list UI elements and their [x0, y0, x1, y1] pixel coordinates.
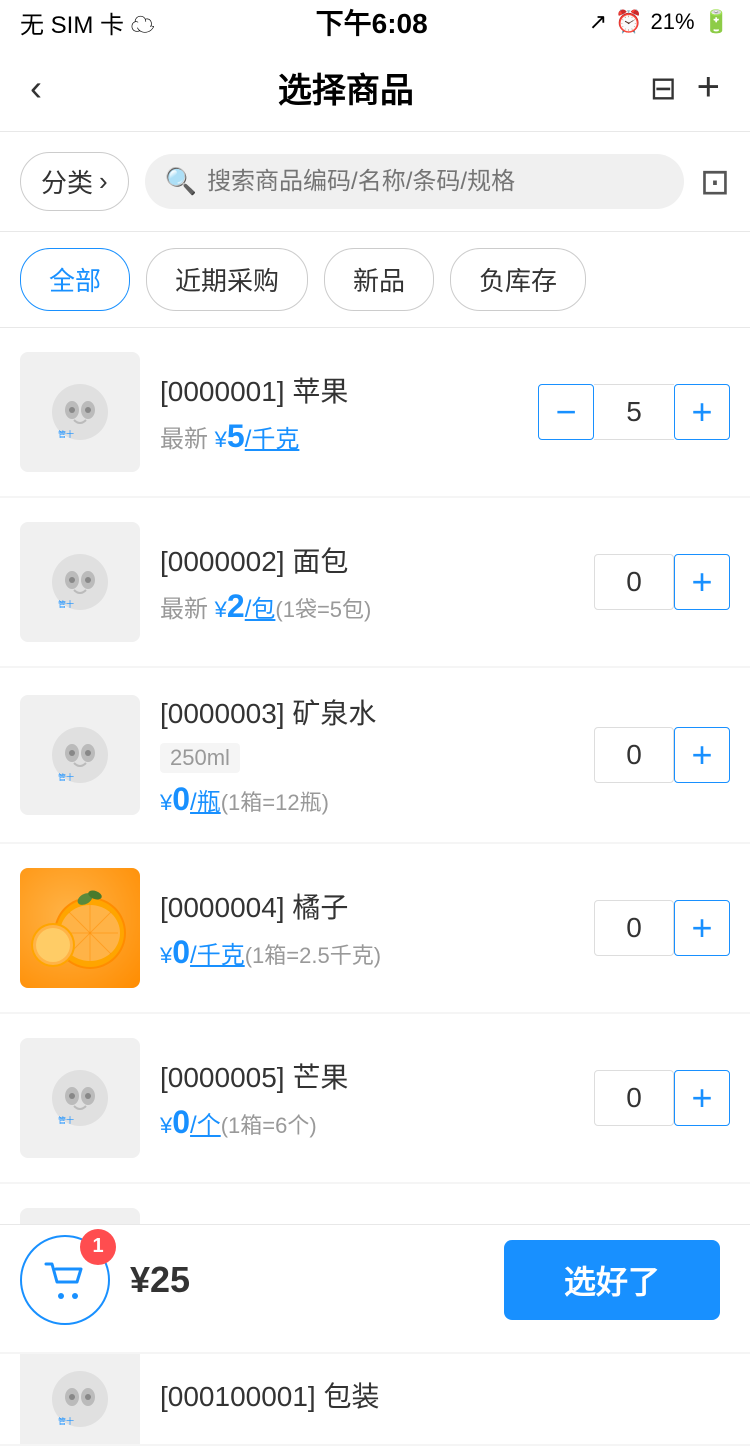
cart-total: ¥25 [130, 1259, 190, 1301]
back-button[interactable]: ‹ [30, 67, 42, 109]
product-item-0000004: [0000004] 橘子 ¥0/千克(1箱=2.5千克) + [0, 844, 750, 1012]
bottom-bar: 1 ¥25 选好了 [0, 1224, 750, 1334]
qty-control-0000001: − + [538, 384, 730, 440]
sim-status: 无 SIM 卡 ☁ [20, 5, 155, 40]
tab-new[interactable]: 新品 [324, 248, 434, 311]
product-name-0000004: [0000004] 橘子 [160, 886, 574, 926]
svg-text:管十: 管十 [58, 429, 74, 439]
product-image-0000001: 管十 [20, 352, 140, 472]
product-image-0000003: 管十 [20, 695, 140, 815]
status-left: 无 SIM 卡 ☁ [20, 5, 155, 40]
add-icon[interactable]: + [697, 65, 720, 110]
product-image-0000005: 管十 [20, 1038, 140, 1158]
qty-input-0000004[interactable] [594, 900, 674, 956]
product-name-000100001: [000100001] 包装 [160, 1375, 730, 1415]
nav-title: 选择商品 [278, 63, 414, 112]
product-price-0000004: ¥0/千克(1箱=2.5千克) [160, 934, 574, 971]
status-bar: 无 SIM 卡 ☁ 下午6:08 ↗ ⏰ 21% 🔋 [0, 0, 750, 44]
svg-text:管十: 管十 [58, 772, 74, 782]
product-item-0000002: 管十 [0000002] 面包 最新 ¥2/包(1袋=5包) + [0, 498, 750, 666]
status-time: 下午6:08 [316, 2, 428, 42]
search-input[interactable] [207, 168, 664, 196]
placeholder-logo: 管十 [50, 1068, 110, 1128]
product-item-000100001: 管十 [000100001] 包装 [0, 1354, 750, 1444]
category-label: 分类 [41, 163, 93, 200]
filter-row: 分类 › 🔍 ⊡ [0, 132, 750, 232]
product-price-0000002: 最新 ¥2/包(1袋=5包) [160, 588, 574, 625]
product-image-0000004 [20, 868, 140, 988]
qty-minus-0000001[interactable]: − [538, 384, 594, 440]
qty-control-0000003: + [594, 727, 730, 783]
filter-icon[interactable]: ⊟ [650, 69, 677, 107]
qty-input-0000003[interactable] [594, 727, 674, 783]
nav-bar: ‹ 选择商品 ⊟ + [0, 44, 750, 132]
qty-control-0000004: + [594, 900, 730, 956]
tab-negative[interactable]: 负库存 [450, 248, 586, 311]
qty-input-0000001[interactable] [594, 384, 674, 440]
product-image-000100001: 管十 [20, 1354, 140, 1444]
battery-icon: 🔋 [703, 9, 730, 35]
search-icon: 🔍 [165, 166, 197, 197]
product-info-000100001: [000100001] 包装 [160, 1375, 730, 1423]
placeholder-logo: 管十 [50, 552, 110, 612]
qty-plus-0000004[interactable]: + [674, 900, 730, 956]
product-info-0000002: [0000002] 面包 最新 ¥2/包(1袋=5包) [160, 540, 574, 625]
svg-text:管十: 管十 [58, 1115, 74, 1125]
cart-button[interactable]: 1 [20, 1235, 110, 1325]
product-info-0000005: [0000005] 芒果 ¥0/个(1箱=6个) [160, 1056, 574, 1141]
tab-recent[interactable]: 近期采购 [146, 248, 308, 311]
placeholder-logo: 管十 [50, 725, 110, 785]
confirm-button[interactable]: 选好了 [504, 1240, 720, 1320]
svg-text:管十: 管十 [58, 599, 74, 609]
qty-control-0000002: + [594, 554, 730, 610]
product-price-0000001: 最新 ¥5/千克 [160, 418, 518, 455]
qty-plus-0000005[interactable]: + [674, 1070, 730, 1126]
location-icon: ↗ [589, 9, 607, 35]
category-button[interactable]: 分类 › [20, 152, 129, 211]
search-box: 🔍 [145, 154, 684, 209]
product-image-0000002: 管十 [20, 522, 140, 642]
qty-plus-0000002[interactable]: + [674, 554, 730, 610]
battery-status: 21% [651, 9, 695, 35]
svg-text:管十: 管十 [58, 1416, 74, 1426]
placeholder-logo: 管十 [50, 382, 110, 442]
chevron-right-icon: › [99, 166, 108, 197]
tab-row: 全部 近期采购 新品 负库存 [0, 232, 750, 328]
product-info-0000003: [0000003] 矿泉水 250ml ¥0/瓶(1箱=12瓶) [160, 692, 574, 818]
cart-area: 1 ¥25 [20, 1235, 190, 1325]
product-name-0000005: [0000005] 芒果 [160, 1056, 574, 1096]
product-name-0000001: [0000001] 苹果 [160, 370, 518, 410]
tab-all[interactable]: 全部 [20, 248, 130, 311]
product-item-0000005: 管十 [0000005] 芒果 ¥0/个(1箱=6个) + [0, 1014, 750, 1182]
product-price-0000005: ¥0/个(1箱=6个) [160, 1104, 574, 1141]
qty-input-0000002[interactable] [594, 554, 674, 610]
product-info-0000004: [0000004] 橘子 ¥0/千克(1箱=2.5千克) [160, 886, 574, 971]
qty-input-0000005[interactable] [594, 1070, 674, 1126]
product-item-0000001: 管十 [0000001] 苹果 最新 ¥5/千克 − + [0, 328, 750, 496]
product-spec-0000003: 250ml [160, 743, 240, 773]
qty-control-0000005: + [594, 1070, 730, 1126]
product-price-0000003: ¥0/瓶(1箱=12瓶) [160, 781, 574, 818]
qty-plus-0000003[interactable]: + [674, 727, 730, 783]
product-name-0000003: [0000003] 矿泉水 [160, 692, 574, 732]
product-item-0000003: 管十 [0000003] 矿泉水 250ml ¥0/瓶(1箱=12瓶) + [0, 668, 750, 842]
nav-right: ⊟ + [650, 65, 720, 110]
placeholder-logo: 管十 [50, 1369, 110, 1429]
qty-plus-0000001[interactable]: + [674, 384, 730, 440]
product-name-0000002: [0000002] 面包 [160, 540, 574, 580]
product-info-0000001: [0000001] 苹果 最新 ¥5/千克 [160, 370, 518, 455]
scan-icon[interactable]: ⊡ [700, 161, 730, 203]
cart-badge: 1 [80, 1229, 116, 1265]
status-right: ↗ ⏰ 21% 🔋 [589, 9, 730, 35]
alarm-icon: ⏰ [615, 9, 642, 35]
nav-left: ‹ [30, 67, 42, 109]
